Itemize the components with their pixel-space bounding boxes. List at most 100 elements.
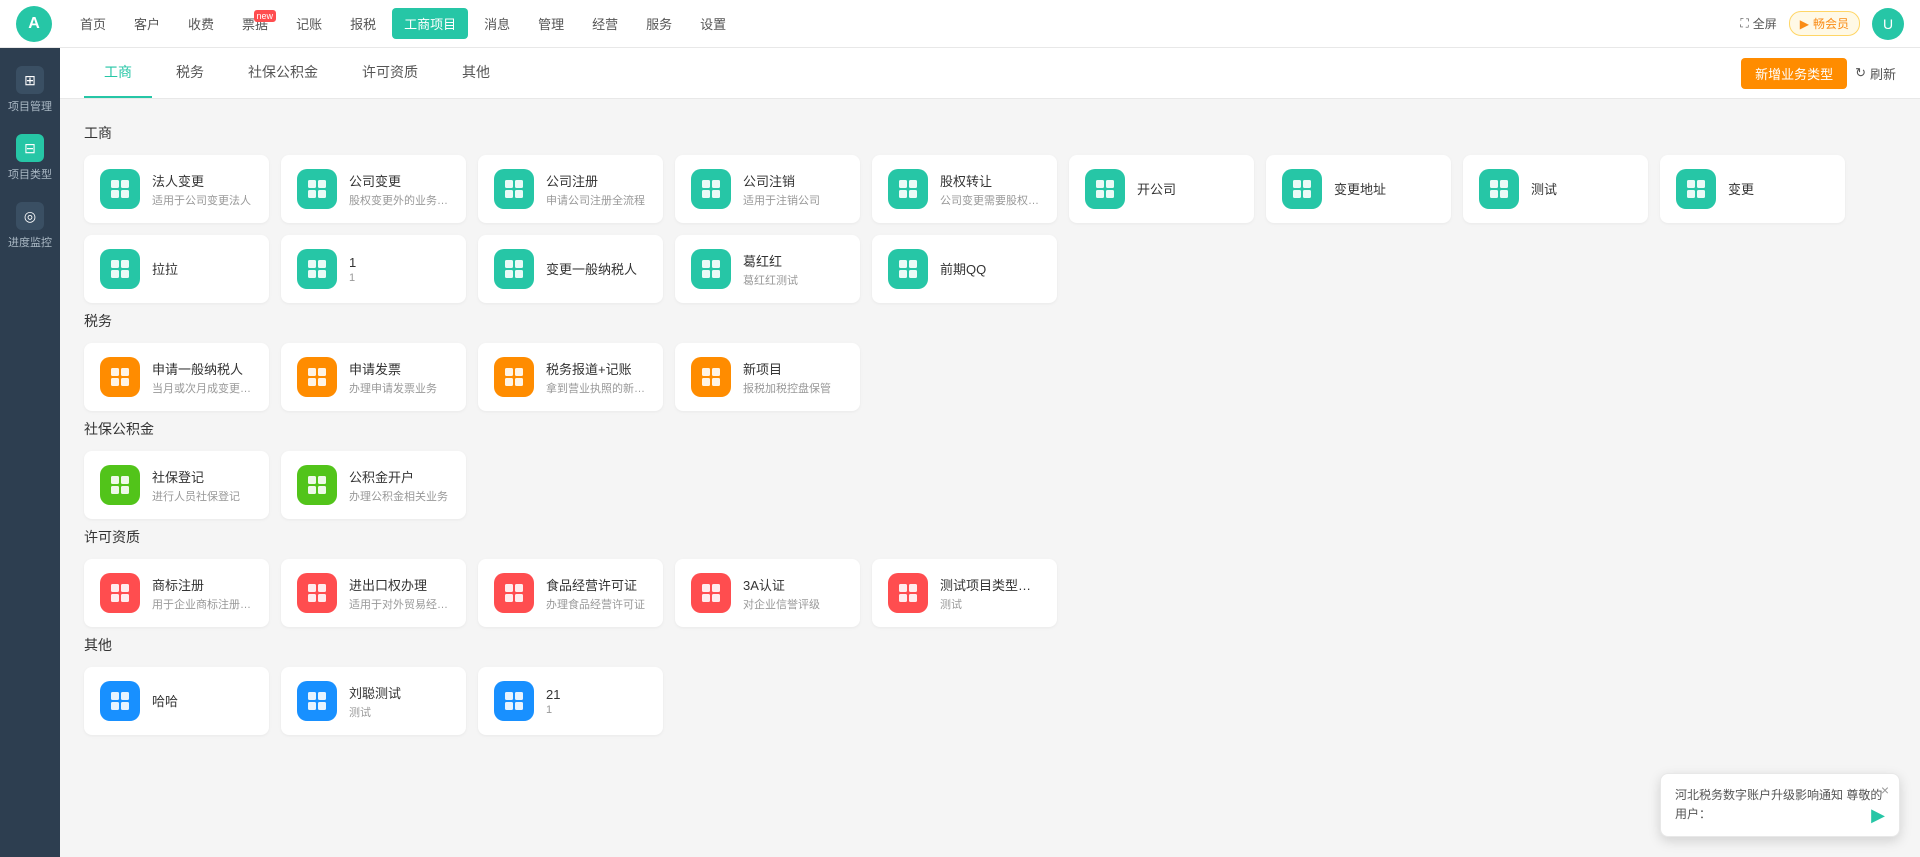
service-card-测试项目类型目定义[interactable]: 测试项目类型目定义测试 [872,559,1057,627]
service-card-刘聪测试[interactable]: 刘聪测试测试 [281,667,466,735]
sidebar-item-进度监控[interactable]: ◎进度监控 [0,192,60,260]
service-card-商标注册[interactable]: 商标注册用于企业商标注册服务 [84,559,269,627]
service-card-公司变更[interactable]: 公司变更股权变更外的业务变更 [281,155,466,223]
nav-item-客户[interactable]: 客户 [122,8,172,39]
nav-item-消息[interactable]: 消息 [472,8,522,39]
nav-item-首页[interactable]: 首页 [68,8,118,39]
card-name-公司注册: 公司注册 [546,171,647,190]
notification-text: 河北税务数字账户升级影响通知 尊敬的用户： [1675,786,1885,824]
sub-tab-税务[interactable]: 税务 [156,48,224,98]
nav-item-经营[interactable]: 经营 [580,8,630,39]
nav-item-服务[interactable]: 服务 [634,8,684,39]
service-card-变更[interactable]: 变更 [1660,155,1845,223]
card-desc-进出口权办理: 适用于对外贸易经营者 [349,596,450,612]
card-name-前期QQ: 前期QQ [940,259,1041,278]
card-desc-刘聪测试: 测试 [349,704,450,720]
fullscreen-button[interactable]: ⛶ 全屏 [1740,15,1776,32]
service-card-进出口权办理[interactable]: 进出口权办理适用于对外贸易经营者 [281,559,466,627]
service-card-公司注销[interactable]: 公司注销适用于注销公司 [675,155,860,223]
card-icon-进出口权办理 [297,573,337,613]
card-name-拉拉: 拉拉 [152,259,253,278]
section-title-shuiwu: 税务 [84,311,1896,331]
service-card-税务报道+记账[interactable]: 税务报道+记账拿到营业执照的新公司 [478,343,663,411]
shebao-card-grid: 社保登记进行人员社保登记 公积金开户办理公积金相关业务 [84,451,1896,519]
card-name-公司变更: 公司变更 [349,171,450,190]
service-card-拉拉[interactable]: 拉拉 [84,235,269,303]
service-card-法人变更[interactable]: 法人变更适用于公司变更法人 [84,155,269,223]
sub-tab-其他[interactable]: 其他 [442,48,510,98]
card-name-测试项目类型目定义: 测试项目类型目定义 [940,575,1041,594]
card-icon-股权转让 [888,169,928,209]
card-icon-申请一般纳税人 [100,357,140,397]
nav-item-记账[interactable]: 记账 [284,8,334,39]
refresh-button[interactable]: ↻ 刷新 [1855,64,1896,83]
card-icon-新项目 [691,357,731,397]
service-card-葛红红[interactable]: 葛红红葛红红测试 [675,235,860,303]
card-name-申请一般纳税人: 申请一般纳税人 [152,359,253,378]
card-desc-1: 1 [349,272,450,284]
service-card-开公司[interactable]: 开公司 [1069,155,1254,223]
service-card-哈哈[interactable]: 哈哈 [84,667,269,735]
nav-item-票据[interactable]: 票据new [230,8,280,39]
service-card-变更地址[interactable]: 变更地址 [1266,155,1451,223]
sub-tab-社保公积金[interactable]: 社保公积金 [228,48,338,98]
card-icon-拉拉 [100,249,140,289]
user-avatar[interactable]: U [1872,8,1904,40]
card-name-股权转让: 股权转让 [940,171,1041,190]
service-card-申请发票[interactable]: 申请发票办理申请发票业务 [281,343,466,411]
card-text-商标注册: 商标注册用于企业商标注册服务 [152,575,253,612]
card-name-新项目: 新项目 [743,359,844,378]
card-name-21: 21 [546,687,647,702]
card-icon-21 [494,681,534,721]
card-desc-公司注册: 申请公司注册全流程 [546,192,647,208]
card-text-食品经营许可证: 食品经营许可证办理食品经营许可证 [546,575,647,612]
card-desc-公司变更: 股权变更外的业务变更 [349,192,450,208]
service-card-新项目[interactable]: 新项目报税加税控盘保管 [675,343,860,411]
main-content: 工商税务社保公积金许可资质其他 新增业务类型 ↻ 刷新 工商 法人变更适用于公司… [60,48,1920,857]
card-desc-法人变更: 适用于公司变更法人 [152,192,253,208]
card-text-21: 211 [546,687,647,716]
add-business-type-button[interactable]: 新增业务类型 [1741,58,1847,89]
service-card-股权转让[interactable]: 股权转让公司变更需要股权转让 [872,155,1057,223]
service-card-测试[interactable]: 测试 [1463,155,1648,223]
card-text-进出口权办理: 进出口权办理适用于对外贸易经营者 [349,575,450,612]
nav-item-报税[interactable]: 报税 [338,8,388,39]
nav-item-管理[interactable]: 管理 [526,8,576,39]
card-text-公司注册: 公司注册申请公司注册全流程 [546,171,647,208]
service-card-前期QQ[interactable]: 前期QQ [872,235,1057,303]
card-icon-商标注册 [100,573,140,613]
nav-item-收费[interactable]: 收费 [176,8,226,39]
sidebar-item-项目类型[interactable]: ⊟项目类型 [0,124,60,192]
card-name-1: 1 [349,255,450,270]
sidebar-item-项目管理[interactable]: ⊞项目管理 [0,56,60,124]
card-name-商标注册: 商标注册 [152,575,253,594]
notification-popup: × 河北税务数字账户升级影响通知 尊敬的用户： ▶ [1660,773,1900,837]
notification-close-button[interactable]: × [1881,782,1889,798]
card-icon-公司变更 [297,169,337,209]
card-name-变更一般纳税人: 变更一般纳税人 [546,259,647,278]
content-area: 工商 法人变更适用于公司变更法人 公司变更股权变更外的业务变更 公司注册申请公司… [60,99,1920,759]
service-card-公司注册[interactable]: 公司注册申请公司注册全流程 [478,155,663,223]
service-card-食品经营许可证[interactable]: 食品经营许可证办理食品经营许可证 [478,559,663,627]
card-text-前期QQ: 前期QQ [940,259,1041,280]
service-card-21[interactable]: 211 [478,667,663,735]
card-name-公积金开户: 公积金开户 [349,467,450,486]
card-text-公积金开户: 公积金开户办理公积金相关业务 [349,467,450,504]
nav-item-设置[interactable]: 设置 [688,8,738,39]
sub-tab-许可资质[interactable]: 许可资质 [342,48,438,98]
service-card-变更一般纳税人[interactable]: 变更一般纳税人 [478,235,663,303]
nav-item-工商项目[interactable]: 工商项目 [392,8,468,39]
service-card-社保登记[interactable]: 社保登记进行人员社保登记 [84,451,269,519]
sub-tab-工商[interactable]: 工商 [84,48,152,98]
section-title-xuke: 许可资质 [84,527,1896,547]
fullscreen-icon: ⛶ [1740,16,1748,31]
card-desc-商标注册: 用于企业商标注册服务 [152,596,253,612]
service-card-公积金开户[interactable]: 公积金开户办理公积金相关业务 [281,451,466,519]
service-card-3A认证[interactable]: 3A认证对企业信誉评级 [675,559,860,627]
card-desc-食品经营许可证: 办理食品经营许可证 [546,596,647,612]
left-sidebar: ⊞项目管理⊟项目类型◎进度监控 [0,48,60,857]
card-icon-税务报道+记账 [494,357,534,397]
service-card-申请一般纳税人[interactable]: 申请一般纳税人当月或次月成变更完成 [84,343,269,411]
service-card-1[interactable]: 11 [281,235,466,303]
vip-button[interactable]: ▶ 畅会员 [1789,11,1860,36]
